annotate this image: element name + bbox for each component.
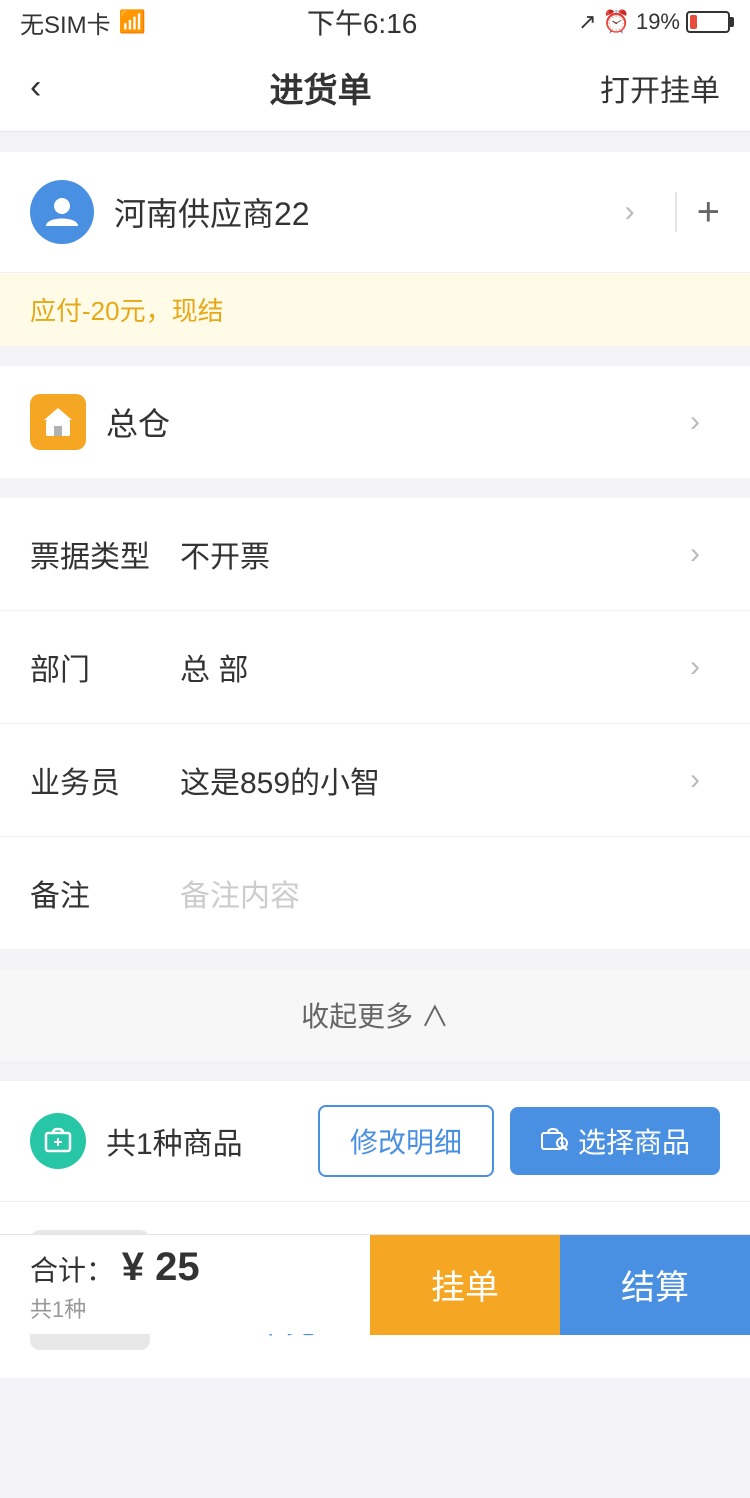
- hang-button[interactable]: 挂单: [370, 1235, 560, 1335]
- ticket-type-value: 不开票: [160, 532, 690, 576]
- salesperson-chevron-icon: ›: [690, 763, 700, 797]
- products-icon: [30, 1113, 86, 1169]
- wifi-icon: 📶: [119, 9, 146, 35]
- status-bar-left: 无SIM卡 📶: [20, 5, 146, 40]
- select-product-label: 选择商品: [578, 1121, 690, 1161]
- carrier-label: 无SIM卡: [20, 5, 111, 40]
- collapse-button[interactable]: 收起更多 ∧: [0, 969, 750, 1061]
- bottom-spacer: [0, 1378, 750, 1498]
- department-label: 部门: [30, 645, 160, 689]
- products-header: 共1种商品 修改明细 选择商品: [0, 1081, 750, 1202]
- select-product-button[interactable]: 选择商品: [510, 1107, 720, 1175]
- supplier-notice: 应付-20元，现结: [0, 273, 750, 346]
- total-row: 合计： ¥ 25: [30, 1245, 340, 1290]
- warehouse-label: 总仓: [106, 399, 690, 445]
- location-icon: ↗: [578, 9, 596, 35]
- supplier-divider: [675, 192, 677, 232]
- warehouse-icon: [30, 394, 86, 450]
- supplier-avatar: [30, 180, 94, 244]
- total-count: 共1种: [30, 1292, 340, 1324]
- bottom-bar: 合计： ¥ 25 共1种 挂单 结算: [0, 1234, 750, 1334]
- warehouse-svg: [42, 406, 74, 438]
- products-count: 共1种商品: [106, 1119, 318, 1163]
- edit-detail-button[interactable]: 修改明细: [318, 1105, 494, 1177]
- open-hang-button[interactable]: 打开挂单: [600, 66, 720, 110]
- department-chevron-icon: ›: [690, 650, 700, 684]
- department-row[interactable]: 部门 总 部 ›: [0, 611, 750, 724]
- supplier-chevron-icon: ›: [625, 195, 635, 229]
- alarm-icon: ⏰: [603, 9, 630, 35]
- remark-row[interactable]: 备注 备注内容: [0, 837, 750, 949]
- department-value: 总 部: [160, 645, 690, 689]
- supplier-section: 河南供应商22 › + 应付-20元，现结: [0, 152, 750, 346]
- nav-bar: ‹ 进货单 打开挂单: [0, 44, 750, 132]
- cart-icon: [42, 1125, 74, 1157]
- ticket-type-label: 票据类型: [30, 532, 160, 576]
- ticket-type-chevron-icon: ›: [690, 537, 700, 571]
- status-bar-right: ↗ ⏰ 19%: [578, 9, 730, 35]
- warehouse-chevron-icon: ›: [690, 405, 700, 439]
- warehouse-row[interactable]: 总仓 ›: [0, 366, 750, 478]
- remark-input[interactable]: 备注内容: [160, 871, 720, 915]
- supplier-row[interactable]: 河南供应商22 › +: [0, 152, 750, 273]
- supplier-name: 河南供应商22: [114, 189, 625, 235]
- form-section: 票据类型 不开票 › 部门 总 部 › 业务员 这是859的小智 › 备注 备注…: [0, 498, 750, 949]
- battery-icon: [686, 11, 730, 33]
- checkout-button[interactable]: 结算: [560, 1235, 750, 1335]
- remark-label: 备注: [30, 871, 160, 915]
- salesperson-value: 这是859的小智: [160, 758, 690, 802]
- status-bar: 无SIM卡 📶 下午6:16 ↗ ⏰ 19%: [0, 0, 750, 44]
- total-amount: ¥ 25: [122, 1245, 200, 1289]
- status-bar-time: 下午6:16: [307, 2, 418, 42]
- person-icon: [44, 194, 80, 230]
- page-title: 进货单: [270, 63, 372, 112]
- back-button[interactable]: ‹: [30, 68, 41, 107]
- salesperson-row[interactable]: 业务员 这是859的小智 ›: [0, 724, 750, 837]
- total-section: 合计： ¥ 25 共1种: [0, 1245, 370, 1324]
- select-product-icon: [540, 1127, 568, 1155]
- ticket-type-row[interactable]: 票据类型 不开票 ›: [0, 498, 750, 611]
- battery-fill: [690, 15, 697, 29]
- total-label: 合计：: [30, 1255, 114, 1286]
- warehouse-section: 总仓 ›: [0, 366, 750, 478]
- salesperson-label: 业务员: [30, 758, 160, 802]
- add-supplier-button[interactable]: +: [697, 192, 720, 232]
- battery-percent: 19%: [636, 9, 680, 35]
